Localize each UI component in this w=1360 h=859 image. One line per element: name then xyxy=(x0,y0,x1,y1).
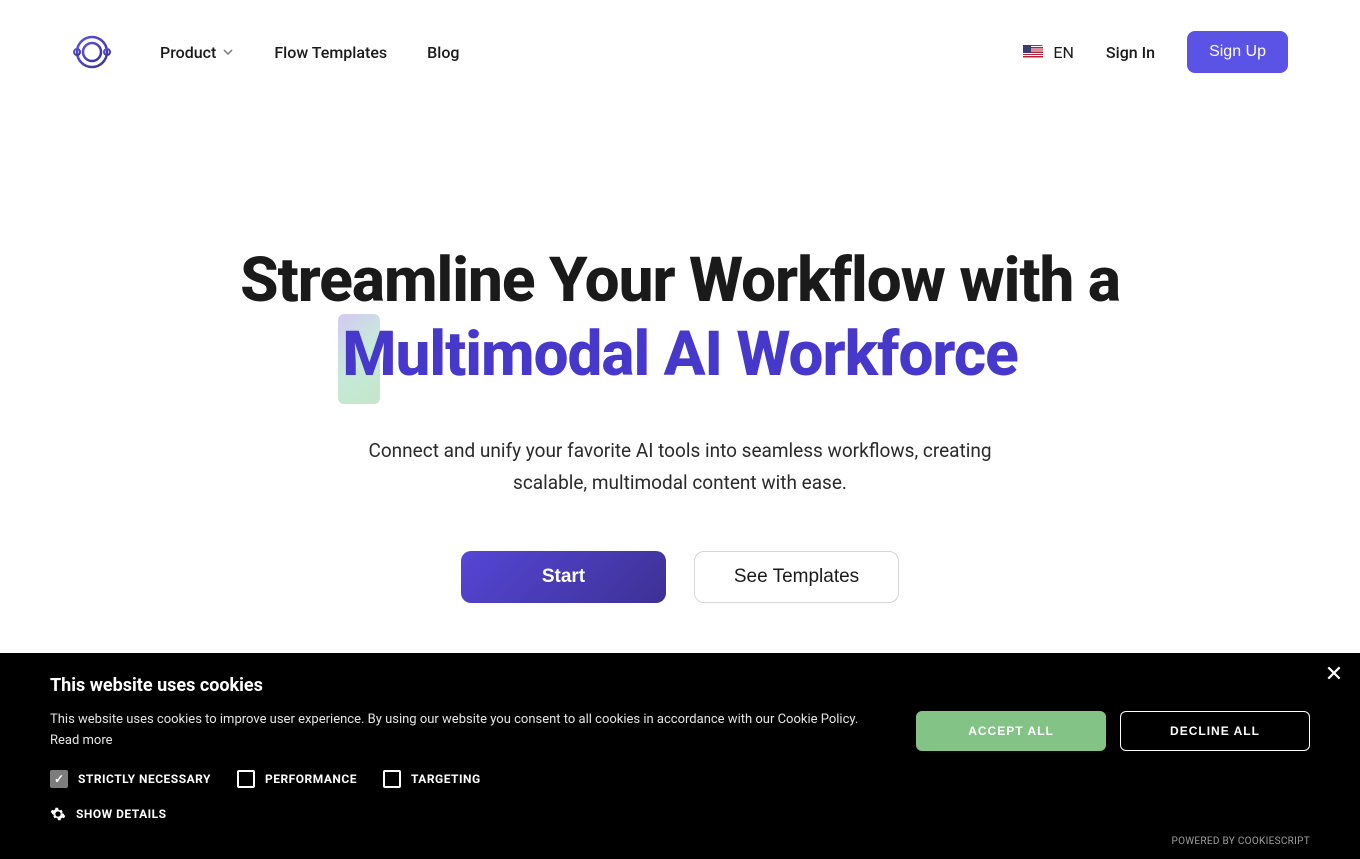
checkbox-icon: ✓ xyxy=(50,770,68,788)
nav-flow-templates[interactable]: Flow Templates xyxy=(274,43,387,62)
hero: Streamline Your Workflow with a Multimod… xyxy=(0,104,1360,663)
hero-subtitle: Connect and unify your favorite AI tools… xyxy=(340,435,1020,500)
cookie-title: This website uses cookies xyxy=(50,675,860,696)
nav-product[interactable]: Product xyxy=(160,43,234,62)
nav-product-label: Product xyxy=(160,43,216,62)
nav-flow-templates-label: Flow Templates xyxy=(274,43,387,62)
nav-blog[interactable]: Blog xyxy=(427,43,459,62)
start-button[interactable]: Start xyxy=(461,551,666,603)
cookie-right: ACCEPT ALL DECLINE ALL xyxy=(916,711,1310,751)
start-button-label: Start xyxy=(542,566,585,587)
checkbox-icon xyxy=(383,770,401,788)
cookie-close-button[interactable]: ✕ xyxy=(1322,663,1346,687)
show-details-button[interactable]: SHOW DETAILS xyxy=(50,806,860,822)
cookie-checkboxes: ✓ STRICTLY NECESSARY PERFORMANCE TARGETI… xyxy=(50,770,860,788)
cookie-banner: ✕ This website uses cookies This website… xyxy=(0,653,1360,859)
logo[interactable] xyxy=(72,32,112,72)
language-selector[interactable]: EN xyxy=(1023,43,1074,62)
decline-all-button[interactable]: DECLINE ALL xyxy=(1120,711,1310,751)
checkbox-performance[interactable]: PERFORMANCE xyxy=(237,770,357,788)
powered-by[interactable]: POWERED BY COOKIESCRIPT xyxy=(50,836,1310,847)
see-templates-button[interactable]: See Templates xyxy=(694,551,899,603)
close-icon: ✕ xyxy=(1325,662,1343,687)
checkbox-icon xyxy=(237,770,255,788)
checkbox-targeting[interactable]: TARGETING xyxy=(383,770,481,788)
hero-title-line1: Streamline Your Workflow with a xyxy=(240,244,1120,317)
signup-button[interactable]: Sign Up xyxy=(1187,31,1288,73)
language-label: EN xyxy=(1053,43,1074,62)
hero-title: Streamline Your Workflow with a Multimod… xyxy=(72,244,1288,393)
checkbox-label: TARGETING xyxy=(411,772,481,786)
cookie-content: This website uses cookies This website u… xyxy=(50,675,1310,823)
decline-all-label: DECLINE ALL xyxy=(1170,724,1260,738)
chevron-down-icon xyxy=(222,43,234,62)
header-left: Product Flow Templates Blog xyxy=(72,32,459,72)
cookie-left: This website uses cookies This website u… xyxy=(50,675,860,823)
check-icon: ✓ xyxy=(54,772,64,786)
see-templates-button-label: See Templates xyxy=(734,566,859,587)
nav-blog-label: Blog xyxy=(427,43,459,62)
cookie-text: This website uses cookies to improve use… xyxy=(50,710,860,730)
accept-all-label: ACCEPT ALL xyxy=(968,724,1054,738)
signin-label: Sign In xyxy=(1106,43,1155,62)
nav: Product Flow Templates Blog xyxy=(160,43,459,62)
signup-label: Sign Up xyxy=(1209,43,1266,60)
show-details-label: SHOW DETAILS xyxy=(76,807,167,821)
checkbox-strictly-necessary[interactable]: ✓ STRICTLY NECESSARY xyxy=(50,770,211,788)
checkbox-label: STRICTLY NECESSARY xyxy=(78,772,211,786)
logo-icon xyxy=(72,32,112,72)
hero-buttons: Start See Templates xyxy=(72,551,1288,603)
header: Product Flow Templates Blog EN Sign In S… xyxy=(0,0,1360,104)
signin-link[interactable]: Sign In xyxy=(1106,43,1155,62)
hero-title-highlight: Multimodal AI Workforce xyxy=(342,318,1018,391)
checkbox-label: PERFORMANCE xyxy=(265,772,357,786)
gear-icon xyxy=(50,806,66,822)
accept-all-button[interactable]: ACCEPT ALL xyxy=(916,711,1106,751)
hero-title-highlight-wrap: Multimodal AI Workforce xyxy=(342,318,1018,392)
header-right: EN Sign In Sign Up xyxy=(1023,31,1288,73)
flag-us-icon xyxy=(1023,45,1043,59)
cookie-readmore-link[interactable]: Read more xyxy=(50,733,860,748)
